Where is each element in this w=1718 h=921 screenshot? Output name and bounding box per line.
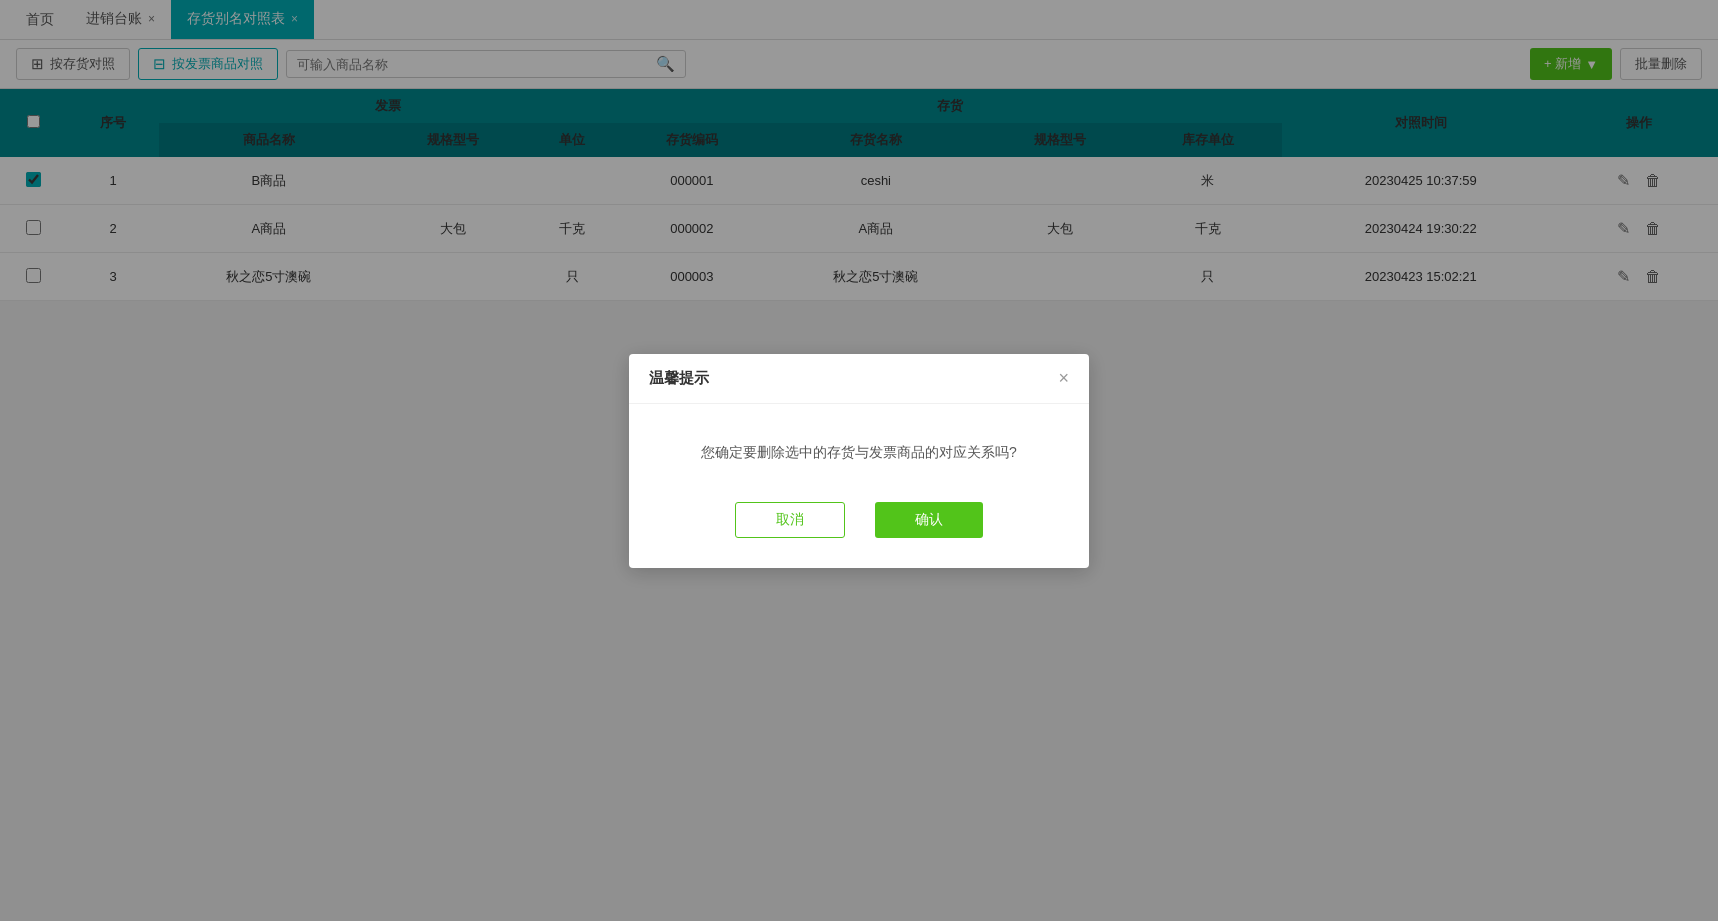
modal-overlay: 温馨提示 × 您确定要删除选中的存货与发票商品的对应关系吗? 取消 确认 [0,0,1718,301]
